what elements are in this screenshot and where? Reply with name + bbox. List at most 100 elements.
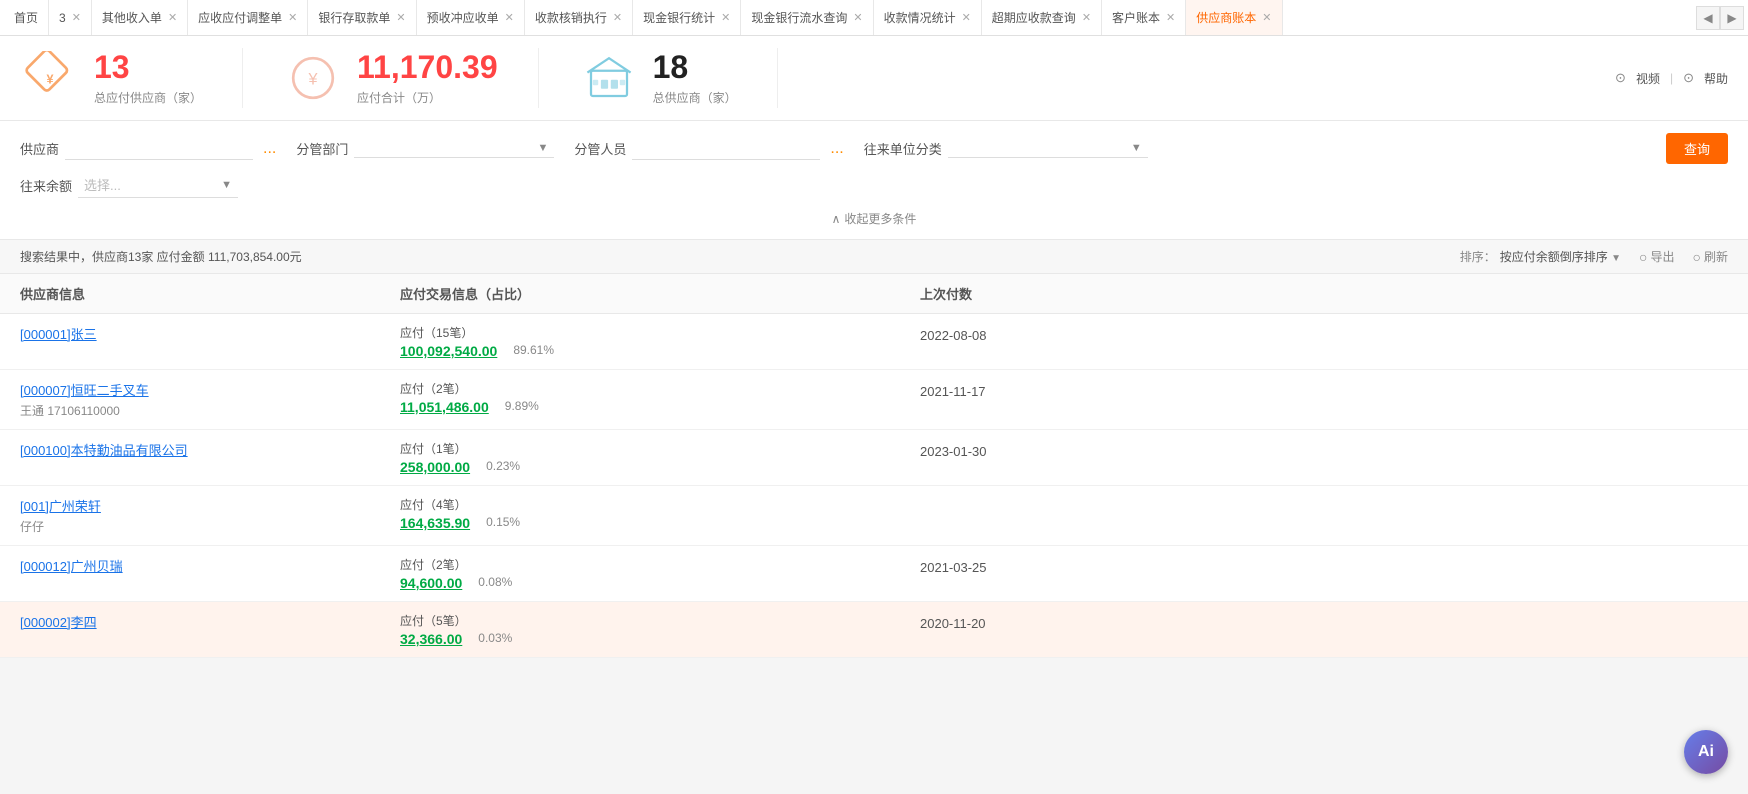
tx-label-000012: 应付（2笔） <box>400 556 920 573</box>
nav-tab-bank-close[interactable]: ✕ <box>396 11 405 24</box>
help-link[interactable]: 帮助 <box>1704 70 1728 87</box>
filter-dept-select[interactable]: ▼ <box>354 139 554 158</box>
transaction-000100: 应付（1笔） 258,000.00 0.23% <box>400 440 920 475</box>
table-row: [001]广州荣轩 仔仔 应付（4笔） 164,635.90 0.15% <box>0 486 1748 546</box>
filter-dept: 分管部门 ▼ <box>296 139 554 158</box>
tx-amount-000001[interactable]: 100,092,540.00 <box>400 343 497 359</box>
col-header-supplier: 供应商信息 <box>20 284 400 303</box>
filter-balance-value: 选择... <box>84 175 121 194</box>
lastpay-000002: 2020-11-20 <box>920 612 1728 631</box>
diamond-tag-icon: ¥ <box>20 48 80 108</box>
nav-tab-adjust-close[interactable]: ✕ <box>288 11 297 24</box>
filter-category-select[interactable]: ▼ <box>948 139 1148 158</box>
supplier-link-000007[interactable]: [000007]恒旺二手叉车 <box>20 380 400 399</box>
ai-badge[interactable]: Ai <box>1684 730 1728 774</box>
filter-supplier-input[interactable] <box>65 138 253 160</box>
invoice-icon: ¥ <box>283 48 343 108</box>
nav-tab-adjust-label: 应收应付调整单 <box>198 9 282 26</box>
result-summary: 搜索结果中，供应商13家 应付金额 111,703,854.00元 <box>20 248 302 265</box>
filter-person: 分管人员 ... <box>574 138 843 160</box>
nav-tab-cash-flow-close[interactable]: ✕ <box>853 11 862 24</box>
nav-tab-prepay-close[interactable]: ✕ <box>505 11 514 24</box>
nav-tab-customer-close[interactable]: ✕ <box>1166 11 1175 24</box>
tx-percent-000012: 0.08% <box>478 575 512 589</box>
nav-tab-supplier-book-label: 供应商账本 <box>1196 9 1256 26</box>
nav-tab-cash-flow[interactable]: 现金银行流水查询 ✕ <box>741 0 873 36</box>
lastpay-000100: 2023-01-30 <box>920 440 1728 459</box>
export-icon: ○ <box>1639 249 1647 265</box>
nav-tab-supplier-book[interactable]: 供应商账本 ✕ <box>1186 0 1282 36</box>
stat-total-suppliers: 18 总供应商（家） <box>579 48 778 108</box>
supplier-link-000012[interactable]: [000012]广州贝瑞 <box>20 556 400 575</box>
nav-tab-collection-close[interactable]: ✕ <box>613 11 622 24</box>
nav-tab-collection[interactable]: 收款核销执行 ✕ <box>525 0 633 36</box>
filter-person-label: 分管人员 <box>574 139 626 158</box>
nav-tab-3[interactable]: 3 ✕ <box>49 0 92 36</box>
filter-person-input[interactable] <box>632 138 820 160</box>
lastpay-000007: 2021-11-17 <box>920 380 1728 399</box>
nav-tab-cash-stat-close[interactable]: ✕ <box>721 11 730 24</box>
supplier-info-000007: [000007]恒旺二手叉车 王通 17106110000 <box>20 380 400 419</box>
nav-tab-recv-stat-close[interactable]: ✕ <box>962 11 971 24</box>
nav-arrow-right[interactable]: ▶ <box>1720 6 1744 30</box>
table-row-inner: [000007]恒旺二手叉车 王通 17106110000 应付（2笔） 11,… <box>20 380 1728 419</box>
table-area: 供应商信息 应付交易信息（占比） 上次付数 [000001]张三 应付（15笔）… <box>0 274 1748 658</box>
supplier-info-000100: [000100]本特勤油品有限公司 <box>20 440 400 459</box>
nav-tab-other-income-close[interactable]: ✕ <box>168 11 177 24</box>
supplier-link-000001[interactable]: [000001]张三 <box>20 324 400 343</box>
nav-arrow-left[interactable]: ◀ <box>1696 6 1720 30</box>
transaction-000001: 应付（15笔） 100,092,540.00 89.61% <box>400 324 920 359</box>
filter-balance-select[interactable]: 选择... ▼ <box>78 172 238 198</box>
export-label: 导出 <box>1651 248 1675 265</box>
nav-tab-supplier-book-close[interactable]: ✕ <box>1262 11 1271 24</box>
table-row: [000012]广州贝瑞 应付（2笔） 94,600.00 0.08% 2021… <box>0 546 1748 602</box>
stat-payable-amount-number: 11,170.39 <box>357 50 498 85</box>
nav-tab-bank[interactable]: 银行存取款单 ✕ <box>308 0 416 36</box>
nav-tab-3-label: 3 <box>59 11 66 25</box>
tx-amount-001[interactable]: 164,635.90 <box>400 515 470 531</box>
filter-collapse-button[interactable]: ∧ 收起更多条件 <box>20 206 1728 231</box>
nav-tab-other-income[interactable]: 其他收入单 ✕ <box>92 0 188 36</box>
filter-category: 往来单位分类 ▼ <box>864 139 1148 158</box>
filter-supplier-dots[interactable]: ... <box>263 140 276 158</box>
tx-label-000002: 应付（5笔） <box>400 612 920 629</box>
nav-tab-prepay[interactable]: 预收冲应收单 ✕ <box>417 0 525 36</box>
supplier-link-000002[interactable]: [000002]李四 <box>20 612 400 631</box>
nav-tab-home[interactable]: 首页 <box>4 0 49 36</box>
supplier-link-001[interactable]: [001]广州荣轩 <box>20 496 400 515</box>
nav-tab-overdue-close[interactable]: ✕ <box>1082 11 1091 24</box>
nav-tab-cash-stat[interactable]: 现金银行统计 ✕ <box>633 0 741 36</box>
chevron-down-icon-3: ▼ <box>221 179 232 191</box>
stat-payable-amount: ¥ 11,170.39 应付合计（万） <box>283 48 539 108</box>
nav-tab-recv-stat[interactable]: 收款情况统计 ✕ <box>874 0 982 36</box>
tx-amount-000100[interactable]: 258,000.00 <box>400 459 470 475</box>
nav-tab-overdue[interactable]: 超期应收款查询 ✕ <box>982 0 1102 36</box>
nav-tab-3-close[interactable]: ✕ <box>72 11 81 24</box>
refresh-button[interactable]: ○ 刷新 <box>1693 248 1728 265</box>
nav-arrows: ◀ ▶ <box>1696 6 1744 30</box>
export-button[interactable]: ○ 导出 <box>1639 248 1674 265</box>
lastpay-000012: 2021-03-25 <box>920 556 1728 575</box>
nav-tab-bank-label: 银行存取款单 <box>318 9 390 26</box>
tx-amount-000012[interactable]: 94,600.00 <box>400 575 462 591</box>
nav-tab-prepay-label: 预收冲应收单 <box>427 9 499 26</box>
filter-row-1: 供应商 ... 分管部门 ▼ 分管人员 ... 往来单位分类 ▼ <box>20 133 1728 164</box>
table-row-inner: [000100]本特勤油品有限公司 应付（1笔） 258,000.00 0.23… <box>20 440 1728 475</box>
tx-amount-000007[interactable]: 11,051,486.00 <box>400 399 489 415</box>
svg-text:¥: ¥ <box>46 72 53 86</box>
tx-label-000007: 应付（2笔） <box>400 380 920 397</box>
tx-percent-001: 0.15% <box>486 515 520 529</box>
supplier-link-000100[interactable]: [000100]本特勤油品有限公司 <box>20 440 400 459</box>
nav-tab-adjust[interactable]: 应收应付调整单 ✕ <box>188 0 308 36</box>
video-link[interactable]: 视频 <box>1636 70 1660 87</box>
query-button[interactable]: 查询 <box>1666 133 1728 164</box>
stat-payable-suppliers-label: 总应付供应商（家） <box>94 89 202 106</box>
nav-tab-customer[interactable]: 客户账本 ✕ <box>1102 0 1186 36</box>
nav-tab-other-income-label: 其他收入单 <box>102 9 162 26</box>
tx-amount-000002[interactable]: 32,366.00 <box>400 631 462 647</box>
stat-payable-amount-label: 应付合计（万） <box>357 89 498 106</box>
filter-person-dots[interactable]: ... <box>830 140 843 158</box>
filter-category-label: 往来单位分类 <box>864 139 942 158</box>
sort-value[interactable]: 按应付余额倒序排序 ▼ <box>1500 248 1621 265</box>
filter-area: 供应商 ... 分管部门 ▼ 分管人员 ... 往来单位分类 ▼ <box>0 121 1748 240</box>
